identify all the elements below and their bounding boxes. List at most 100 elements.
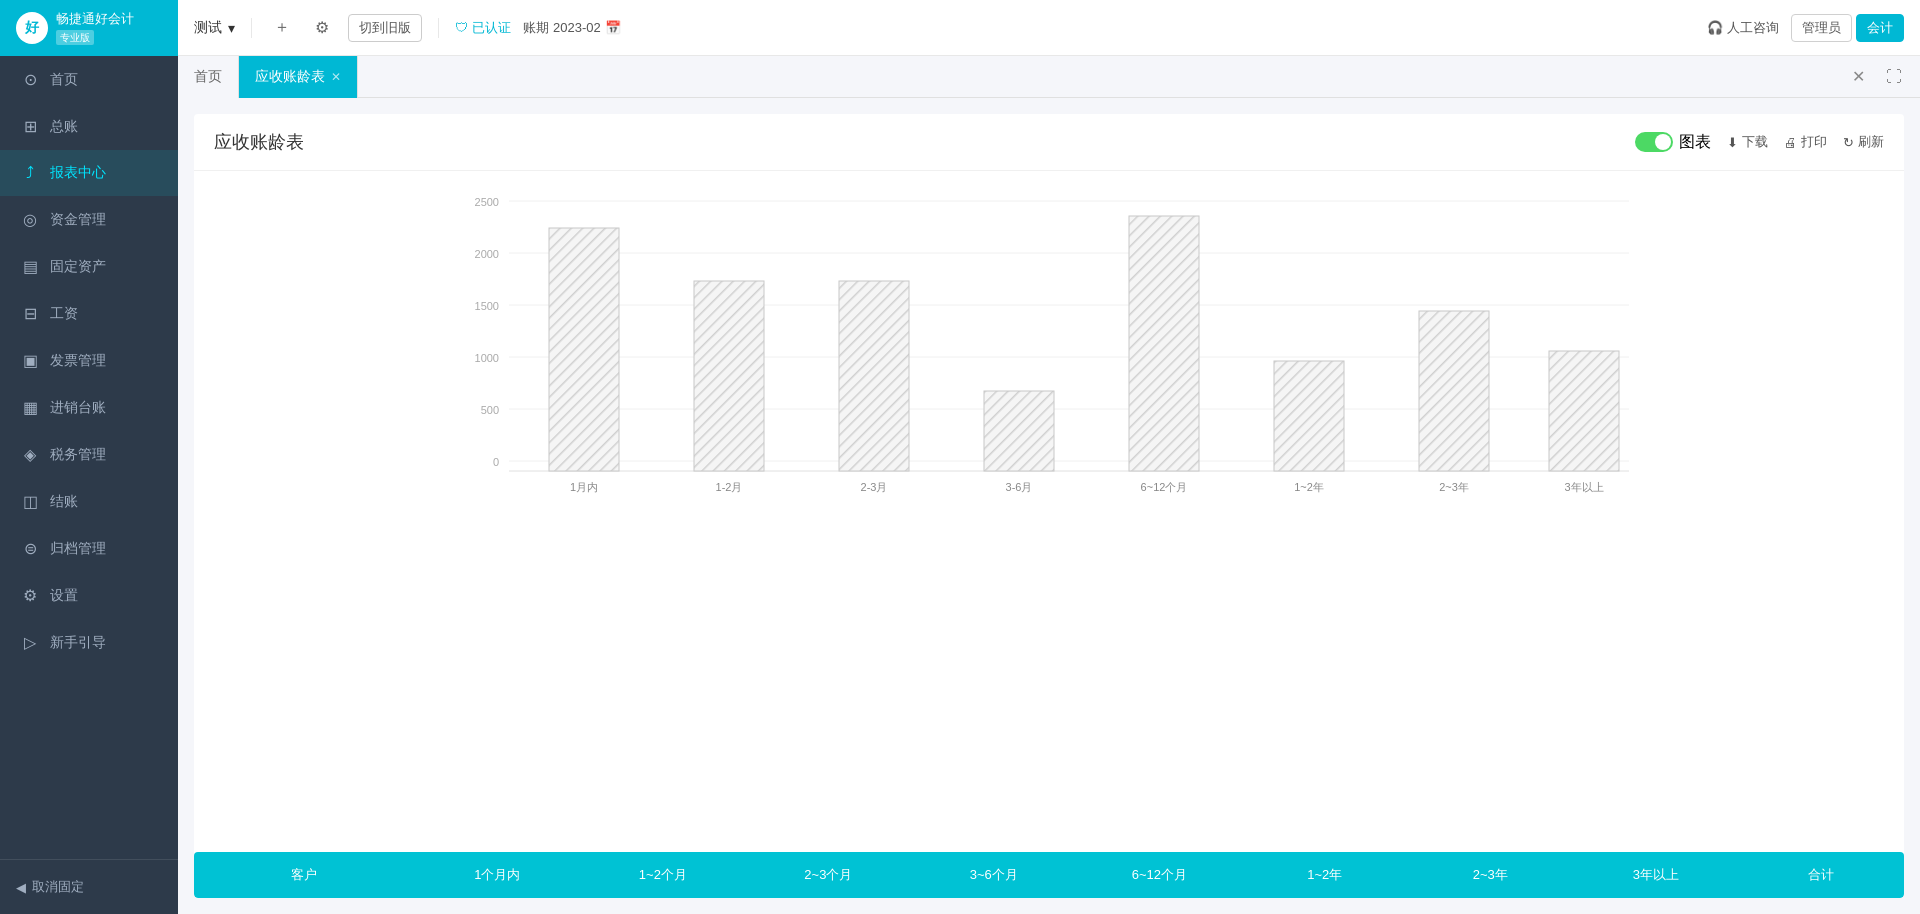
svg-text:0: 0 (493, 456, 499, 468)
settings-btn[interactable]: ⚙ (308, 14, 336, 42)
chart-toggle-label: 图表 (1679, 132, 1711, 153)
tab-close-icon[interactable]: ✕ (331, 70, 341, 84)
cancel-fixed-btn[interactable]: ◀ 取消固定 (16, 872, 162, 902)
stock-icon: ▦ (20, 398, 40, 417)
svg-text:3-6月: 3-6月 (1006, 481, 1033, 493)
guide-icon: ▷ (20, 633, 40, 652)
col-2-3month: 2~3个月 (746, 852, 911, 898)
sidebar-nav: ⊙ 首页 ⊞ 总账 ⤴ 报表中心 ◎ 资金管理 ▤ 固定资产 ⊟ 工资 ▣ 发票… (0, 56, 178, 859)
close-panel-btn[interactable]: ✕ (1844, 63, 1872, 91)
switch-old-btn[interactable]: 切到旧版 (348, 14, 422, 42)
closing-icon: ◫ (20, 492, 40, 511)
svg-text:2~3年: 2~3年 (1439, 481, 1469, 493)
col-3plus-year: 3年以上 (1573, 852, 1738, 898)
tab-aging[interactable]: 应收账龄表 ✕ (239, 56, 358, 98)
sidebar-item-ledger[interactable]: ⊞ 总账 (0, 103, 178, 150)
bar-2-3年 (1419, 311, 1489, 471)
sidebar-item-archive[interactable]: ⊜ 归档管理 (0, 525, 178, 572)
sidebar-item-tax[interactable]: ◈ 税务管理 (0, 431, 178, 478)
sidebar-logo: 好 畅捷通好会计 专业版 (0, 0, 178, 56)
bar-3年以上 (1549, 351, 1619, 471)
manager-btn[interactable]: 管理员 (1791, 14, 1852, 42)
company-name: 测试 (194, 19, 222, 37)
svg-text:2-3月: 2-3月 (861, 481, 888, 493)
sidebar-item-guide[interactable]: ▷ 新手引导 (0, 619, 178, 666)
col-6-12month: 6~12个月 (1077, 852, 1242, 898)
bar-6-12月 (1129, 216, 1199, 471)
svg-text:1-2月: 1-2月 (716, 481, 743, 493)
invoice-icon: ▣ (20, 351, 40, 370)
home-icon: ⊙ (20, 70, 40, 89)
svg-text:1000: 1000 (475, 352, 499, 364)
tab-aging-label: 应收账龄表 (255, 68, 325, 86)
col-3-6month: 3~6个月 (911, 852, 1076, 898)
chart-toggle[interactable] (1635, 132, 1673, 152)
sidebar-bottom: ◀ 取消固定 (0, 859, 178, 914)
report-icon: ⤴ (20, 164, 40, 182)
calendar-icon[interactable]: 📅 (605, 20, 621, 35)
asset-icon: ▤ (20, 257, 40, 276)
col-1-2month: 1~2个月 (580, 852, 745, 898)
print-icon: 🖨 (1784, 135, 1797, 150)
company-selector[interactable]: 测试 ▾ (194, 19, 235, 37)
sidebar-item-fund[interactable]: ◎ 资金管理 (0, 196, 178, 243)
period-info: 账期 2023-02 📅 (523, 19, 621, 37)
pin-icon: ◀ (16, 880, 26, 895)
fund-icon: ◎ (20, 210, 40, 229)
table-section: 客户 1个月内 1~2个月 2~3个月 3~6个月 6~12个月 1~2年 2~… (194, 852, 1904, 898)
col-customer: 客户 (194, 852, 415, 898)
shield-icon: 🛡 (455, 20, 468, 35)
user-buttons: 管理员 会计 (1791, 14, 1904, 42)
print-btn[interactable]: 🖨 打印 (1784, 133, 1827, 151)
tabbar-controls: ✕ ⛶ (1844, 63, 1920, 91)
verified-badge: 🛡 已认证 (455, 19, 511, 37)
sidebar-item-settings[interactable]: ⚙ 设置 (0, 572, 178, 619)
bar-2-3月 (839, 281, 909, 471)
topbar-right: 🎧 人工咨询 管理员 会计 (1707, 14, 1904, 42)
download-icon: ⬇ (1727, 135, 1738, 150)
bar-chart-svg: 0 500 1000 1500 2000 2500 1 (234, 191, 1864, 531)
sidebar-item-report[interactable]: ⤴ 报表中心 (0, 150, 178, 196)
svg-text:1月内: 1月内 (570, 481, 598, 493)
svg-text:1500: 1500 (475, 300, 499, 312)
bar-3-6月 (984, 391, 1054, 471)
topbar-divider-2 (438, 18, 439, 38)
table-header: 客户 1个月内 1~2个月 2~3个月 3~6个月 6~12个月 1~2年 2~… (194, 852, 1904, 898)
archive-icon: ⊜ (20, 539, 40, 558)
payroll-icon: ⊟ (20, 304, 40, 323)
svg-text:2500: 2500 (475, 196, 499, 208)
report-actions: 图表 ⬇ 下载 🖨 打印 ↻ 刷新 (1635, 132, 1884, 153)
sidebar-item-stock[interactable]: ▦ 进销台账 (0, 384, 178, 431)
sidebar-item-asset[interactable]: ▤ 固定资产 (0, 243, 178, 290)
col-2-3year: 2~3年 (1408, 852, 1573, 898)
download-btn[interactable]: ⬇ 下载 (1727, 133, 1768, 151)
svg-text:1~2年: 1~2年 (1294, 481, 1324, 493)
expand-btn[interactable]: ⛶ (1880, 63, 1908, 91)
main-content: 测试 ▾ ＋ ⚙ 切到旧版 🛡 已认证 账期 2023-02 📅 🎧 人工咨询 … (178, 0, 1920, 914)
chart-toggle-wrap: 图表 (1635, 132, 1711, 153)
topbar-divider-1 (251, 18, 252, 38)
role-btn[interactable]: 会计 (1856, 14, 1904, 42)
svg-text:500: 500 (481, 404, 499, 416)
tab-home[interactable]: 首页 (178, 56, 239, 98)
report-header: 应收账龄表 图表 ⬇ 下载 🖨 打印 ↻ (194, 114, 1904, 171)
sidebar-item-closing[interactable]: ◫ 结账 (0, 478, 178, 525)
service-btn[interactable]: 🎧 人工咨询 (1707, 19, 1779, 37)
col-1month: 1个月内 (415, 852, 580, 898)
app-name-text: 畅捷通好会计 专业版 (56, 11, 134, 46)
report-title: 应收账龄表 (214, 130, 304, 154)
add-company-btn[interactable]: ＋ (268, 14, 296, 42)
tab-home-label: 首页 (194, 68, 222, 86)
sidebar-item-invoice[interactable]: ▣ 发票管理 (0, 337, 178, 384)
refresh-btn[interactable]: ↻ 刷新 (1843, 133, 1884, 151)
col-1-2year: 1~2年 (1242, 852, 1407, 898)
sidebar-item-home[interactable]: ⊙ 首页 (0, 56, 178, 103)
ledger-icon: ⊞ (20, 117, 40, 136)
svg-text:3年以上: 3年以上 (1564, 481, 1603, 493)
svg-text:2000: 2000 (475, 248, 499, 260)
sidebar: 好 畅捷通好会计 专业版 ⊙ 首页 ⊞ 总账 ⤴ 报表中心 ◎ 资金管理 ▤ 固… (0, 0, 178, 914)
content-area: 应收账龄表 图表 ⬇ 下载 🖨 打印 ↻ (178, 98, 1920, 914)
sidebar-item-payroll[interactable]: ⊟ 工资 (0, 290, 178, 337)
app-logo-icon: 好 (16, 12, 48, 44)
topbar: 测试 ▾ ＋ ⚙ 切到旧版 🛡 已认证 账期 2023-02 📅 🎧 人工咨询 … (178, 0, 1920, 56)
